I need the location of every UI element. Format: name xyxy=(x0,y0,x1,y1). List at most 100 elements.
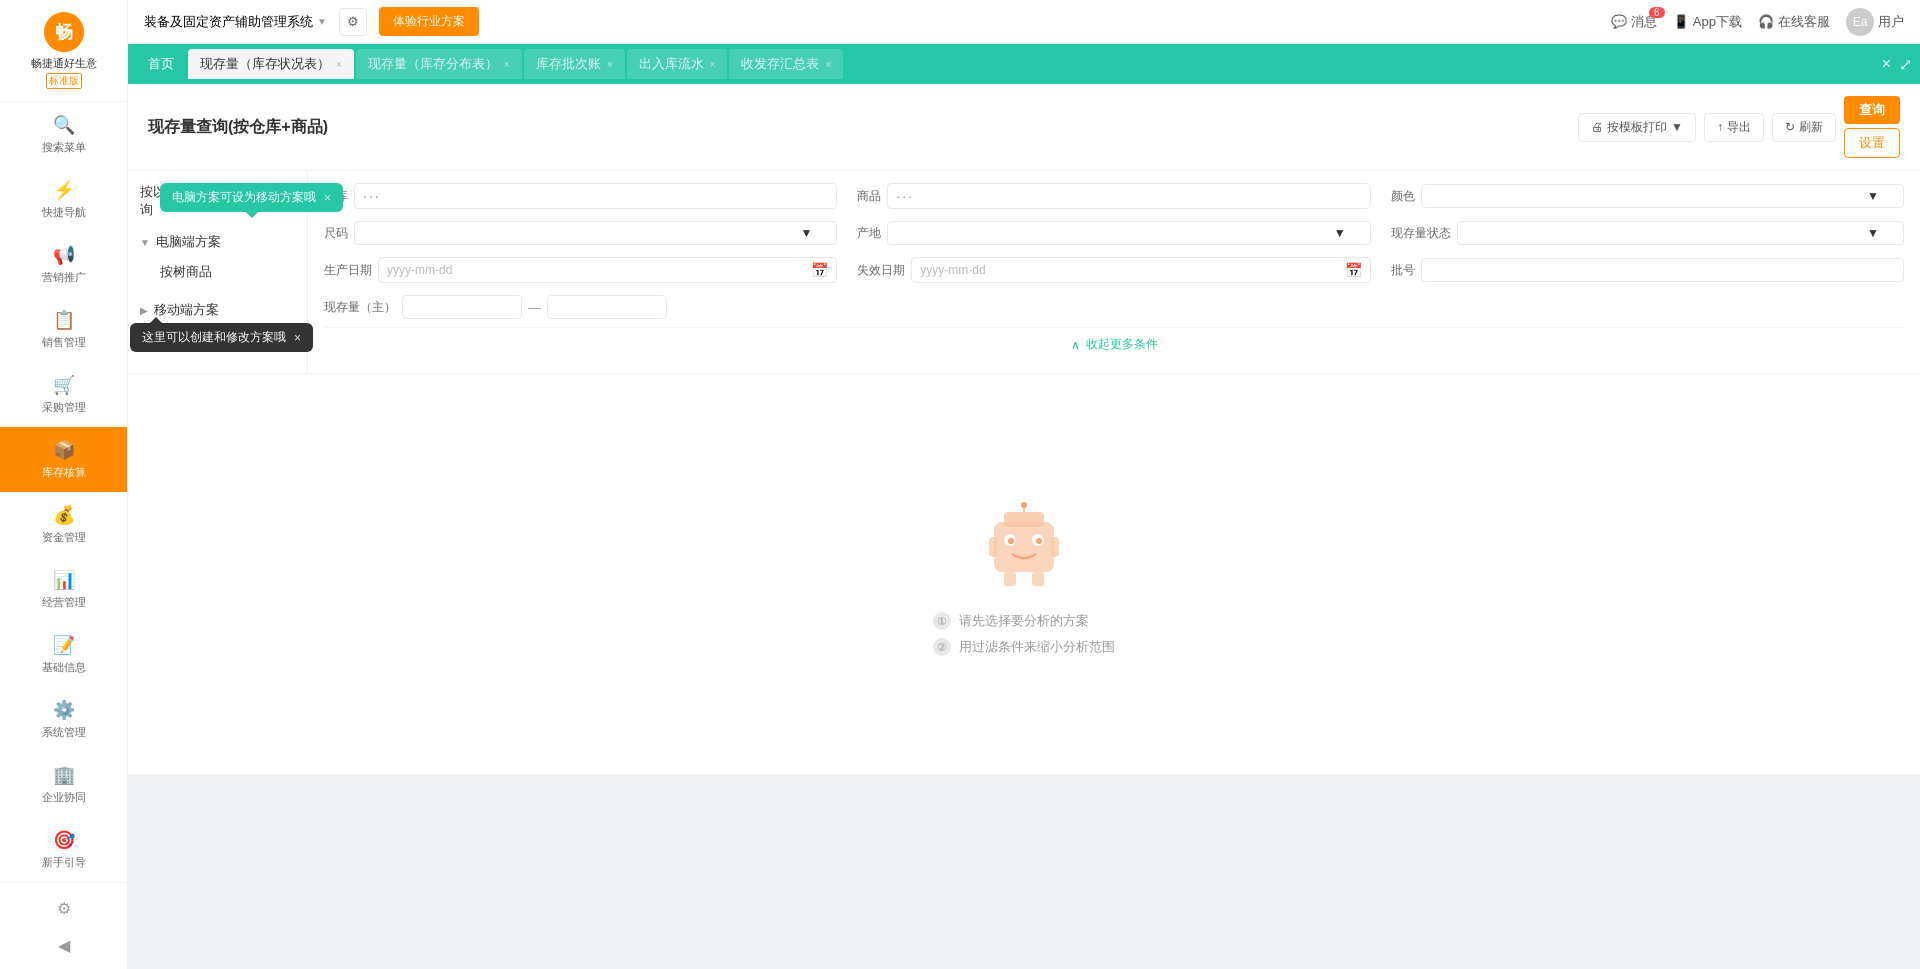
message-badge: 6 xyxy=(1649,7,1665,18)
sidebar-item-operations[interactable]: 📊 经营管理 xyxy=(0,557,127,622)
operations-icon: 📊 xyxy=(53,569,75,591)
batch-no-label: 批号 xyxy=(1391,262,1415,279)
range-separator: — xyxy=(528,300,541,315)
query-btn[interactable]: 查询 xyxy=(1844,96,1900,124)
sub-item-label: 按树商品 xyxy=(160,263,212,281)
maximize-btn[interactable]: ⤢ xyxy=(1899,55,1912,74)
color-label: 颜色 xyxy=(1391,188,1415,205)
support-label: 在线客服 xyxy=(1778,13,1830,31)
color-field: 颜色 ▼ xyxy=(1391,184,1904,208)
step-text: 请先选择要分析的方案 xyxy=(959,612,1089,630)
user-action[interactable]: Ea 用户 xyxy=(1846,8,1904,36)
svg-point-7 xyxy=(1036,538,1042,544)
sidebar-item-newbie[interactable]: 🎯 新手引导 xyxy=(0,817,127,882)
prod-date-input[interactable]: yyyy-mm-dd 📅 xyxy=(378,257,837,283)
sidebar-item-enterprise[interactable]: 🏢 企业协同 xyxy=(0,752,127,817)
settings-btn[interactable]: 设置 xyxy=(1844,128,1900,158)
refresh-btn[interactable]: ↻ 刷新 xyxy=(1772,113,1836,142)
tab-close-icon[interactable]: × xyxy=(336,59,342,70)
chevron-down-icon: ▼ xyxy=(1671,120,1683,134)
mobile-scheme-label: 移动端方案 xyxy=(154,301,219,319)
collapse-filter-btn[interactable]: ∧ 收起更多条件 xyxy=(324,327,1904,361)
color-select[interactable]: ▼ xyxy=(1421,184,1904,208)
lightning-icon: ⚡ xyxy=(53,179,75,201)
sidebar-item-label: 搜索菜单 xyxy=(42,140,86,155)
size-field: 尺码 ▼ xyxy=(324,221,837,245)
sidebar-item-inventory[interactable]: 📦 库存核算 xyxy=(0,427,127,492)
tab-close-icon[interactable]: × xyxy=(825,59,831,70)
gear-icon: ⚙ xyxy=(347,14,359,29)
header-settings-btn[interactable]: ⚙ xyxy=(339,8,367,36)
close-all-tabs-btn[interactable]: × xyxy=(1882,55,1891,73)
filter-fields: 仓库 ··· 商品 ··· xyxy=(308,171,1920,373)
system-dropdown[interactable]: 装备及固定资产辅助管理系统 ▼ xyxy=(144,13,327,31)
edit-tooltip-text: 这里可以创建和修改方案哦 xyxy=(142,329,286,346)
sidebar-item-finance[interactable]: 💰 资金管理 xyxy=(0,492,127,557)
expiry-date-input[interactable]: yyyy-mm-dd 📅 xyxy=(911,257,1370,283)
stock-qty-to[interactable] xyxy=(547,295,667,319)
stock-status-select[interactable]: ▼ xyxy=(1457,221,1904,245)
sidebar-item-search-menu[interactable]: 🔍 搜索菜单 xyxy=(0,102,127,167)
sidebar: 畅 畅捷通好生意 标准版 🔍 搜索菜单 ⚡ 快捷导航 📢 营销推广 📋 销售管理… xyxy=(0,0,128,969)
support-icon: 🎧 xyxy=(1758,14,1774,29)
app-download-action[interactable]: 📱 App下载 xyxy=(1673,13,1742,31)
tab-batch-account[interactable]: 库存批次账 × xyxy=(524,49,625,79)
tab-close-icon[interactable]: × xyxy=(504,59,510,70)
tab-inventory-status[interactable]: 现存量（库存状况表） × xyxy=(188,49,354,79)
online-support-action[interactable]: 🎧 在线客服 xyxy=(1758,13,1830,31)
batch-no-input[interactable] xyxy=(1421,258,1904,282)
sidebar-settings[interactable]: ⚙ xyxy=(0,891,127,928)
tab-close-icon[interactable]: × xyxy=(710,59,716,70)
stock-qty-label: 现存量（主） xyxy=(324,299,396,316)
goods-input[interactable]: ··· xyxy=(887,183,1370,209)
sidebar-collapse[interactable]: ◀ xyxy=(0,928,127,965)
mobile-scheme-item[interactable]: ▶ 移动端方案 xyxy=(140,295,295,325)
tab-home[interactable]: 首页 xyxy=(136,49,186,79)
print-label: 按模板打印 xyxy=(1607,119,1667,136)
collapse-label: 收起更多条件 xyxy=(1086,336,1158,353)
sidebar-item-purchase[interactable]: 🛒 采购管理 xyxy=(0,362,127,427)
sidebar-item-sales[interactable]: 📋 销售管理 xyxy=(0,297,127,362)
mobile-scheme-group: ▶ 移动端方案 这里可以创建和修改方案哦 × xyxy=(140,295,295,325)
sidebar-item-system[interactable]: ⚙️ 系统管理 xyxy=(0,687,127,752)
scheme-tooltip-close[interactable]: × xyxy=(324,191,331,205)
prod-date-label: 生产日期 xyxy=(324,262,372,279)
tab-label: 收发存汇总表 xyxy=(741,55,819,73)
sidebar-item-quick-nav[interactable]: ⚡ 快捷导航 xyxy=(0,167,127,232)
empty-steps: ① 请先选择要分析的方案 ② 用过滤条件来缩小分析范围 xyxy=(933,612,1115,656)
origin-select[interactable]: ▼ xyxy=(887,221,1370,245)
tab-inout-flow[interactable]: 出入库流水 × xyxy=(627,49,728,79)
inventory-icon: 📦 xyxy=(53,439,75,461)
tab-inventory-dist[interactable]: 现存量（库存分布表） × xyxy=(356,49,522,79)
stock-qty-from[interactable] xyxy=(402,295,522,319)
stock-status-field: 现存量状态 ▼ xyxy=(1391,221,1904,245)
size-select[interactable]: ▼ xyxy=(354,221,837,245)
sidebar-item-basic-info[interactable]: 📝 基础信息 xyxy=(0,622,127,687)
filter-row-1: 仓库 ··· 商品 ··· xyxy=(324,183,1904,209)
message-action[interactable]: 💬 消息 6 xyxy=(1611,13,1657,31)
tab-label: 出入库流水 xyxy=(639,55,704,73)
filter-container: 按以下方案查询 + ↻ « ▼ 电脑端方案 xyxy=(128,171,1920,374)
user-avatar: Ea xyxy=(1846,8,1874,36)
sidebar-item-marketing[interactable]: 📢 营销推广 xyxy=(0,232,127,297)
sub-item[interactable]: 按树商品 xyxy=(160,257,295,287)
settings-icon: ⚙ xyxy=(57,899,71,918)
pc-scheme-item[interactable]: ▼ 电脑端方案 xyxy=(140,227,295,257)
logo-badge: 标准版 xyxy=(46,73,82,89)
tooltip-arrow xyxy=(150,317,162,323)
experience-button[interactable]: 体验行业方案 xyxy=(379,7,479,36)
export-btn[interactable]: ↑ 导出 xyxy=(1704,113,1764,142)
print-btn[interactable]: 🖨 按模板打印 ▼ xyxy=(1578,113,1696,142)
expand-arrow-icon: ▼ xyxy=(140,237,150,248)
pc-scheme-children: 按树商品 xyxy=(160,257,295,287)
step-text: 用过滤条件来缩小分析范围 xyxy=(959,638,1115,656)
marketing-icon: 📢 xyxy=(53,244,75,266)
edit-tooltip-close[interactable]: × xyxy=(294,331,301,345)
tab-close-icon[interactable]: × xyxy=(607,59,613,70)
tab-collection-summary[interactable]: 收发存汇总表 × xyxy=(729,49,843,79)
search-icon: 🔍 xyxy=(53,114,75,136)
svg-rect-8 xyxy=(989,537,997,557)
warehouse-input[interactable]: ··· xyxy=(354,183,837,209)
tab-label: 现存量（库存状况表） xyxy=(200,55,330,73)
newbie-icon: 🎯 xyxy=(53,829,75,851)
